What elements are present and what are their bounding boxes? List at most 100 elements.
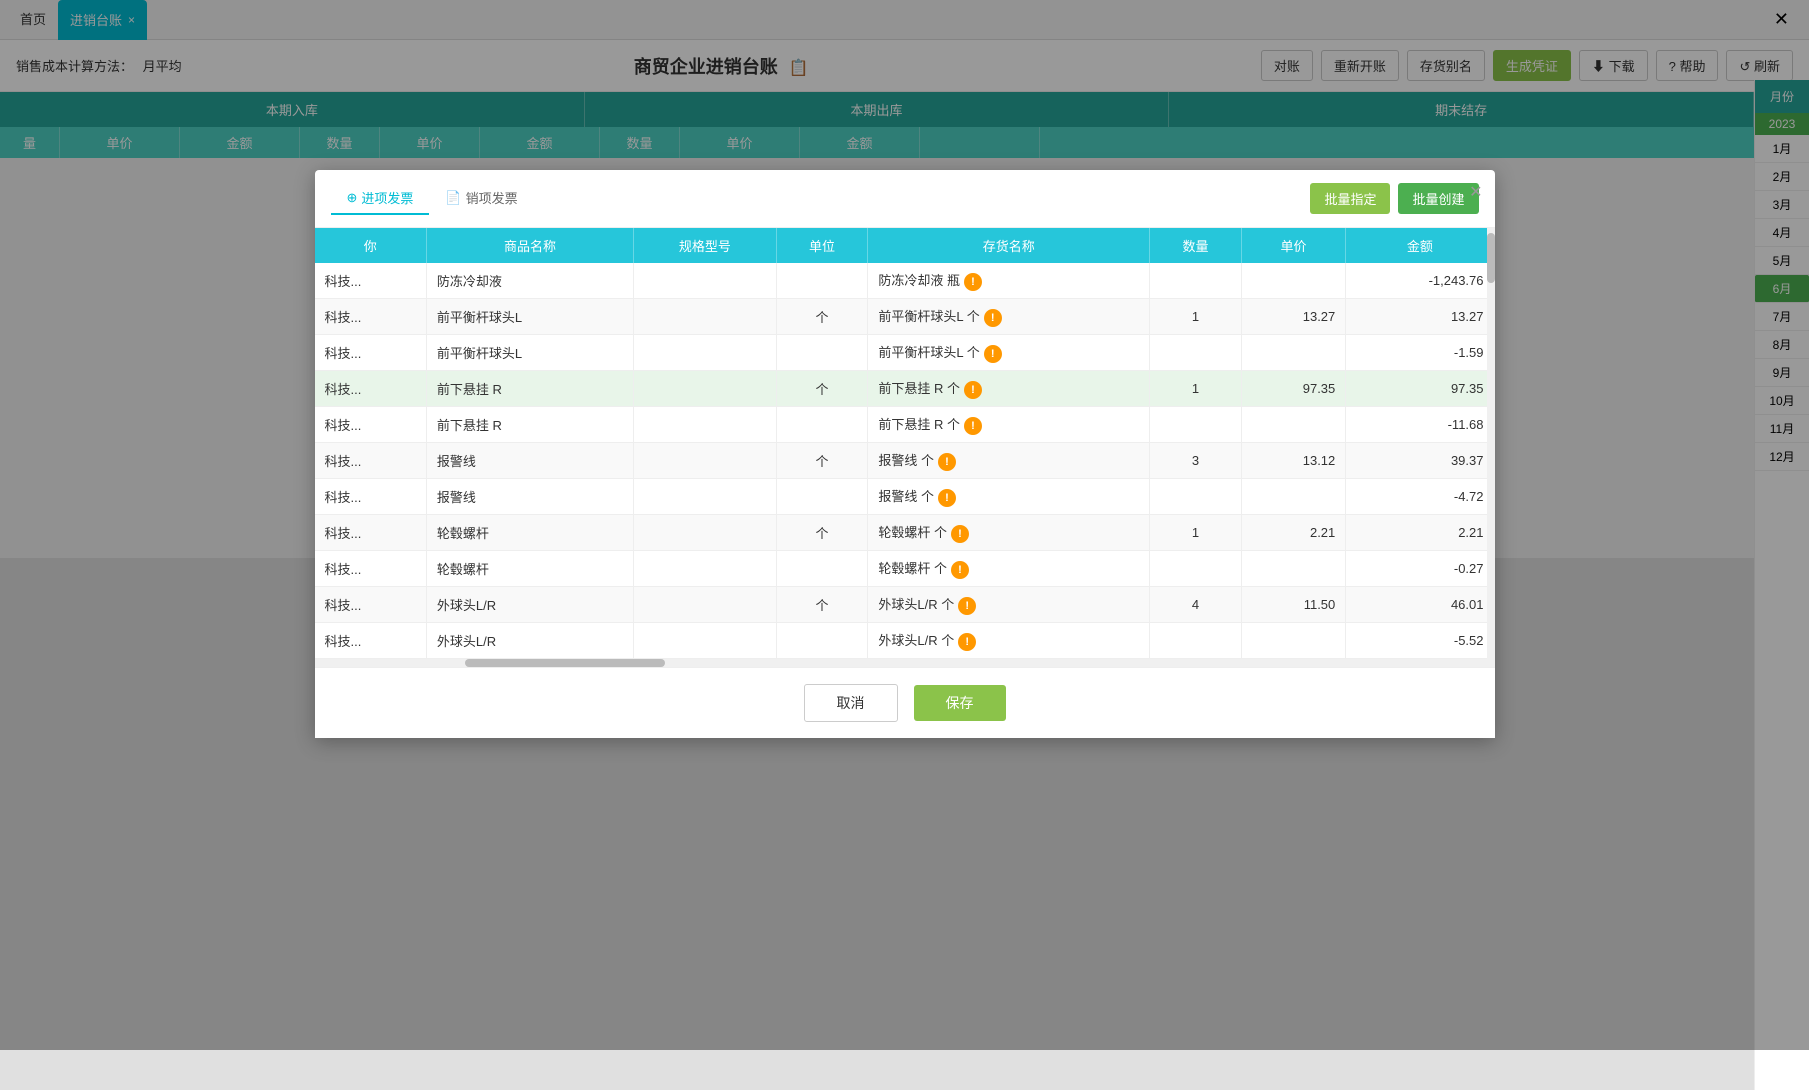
batch-create-button[interactable]: 批量创建 xyxy=(1398,183,1478,214)
horizontal-scrollbar[interactable] xyxy=(315,659,1487,667)
cell-spec xyxy=(634,335,776,371)
cell-unit: 个 xyxy=(776,371,868,407)
warning-icon: ! xyxy=(938,453,956,471)
cell-inventory-name: 前平衡杆球头L 个! xyxy=(868,299,1150,335)
cell-product-name: 前平衡杆球头L xyxy=(426,299,633,335)
cell-amount: 13.27 xyxy=(1346,299,1494,335)
cell-unit xyxy=(776,623,868,659)
cell-inventory-name: 外球头L/R 个! xyxy=(868,587,1150,623)
th-amount: 金额 xyxy=(1346,228,1494,263)
cell-product-name: 前下悬挂 R xyxy=(426,407,633,443)
cell-unit xyxy=(776,407,868,443)
cell-spec xyxy=(634,443,776,479)
table-row: 科技... 外球头L/R 个 外球头L/R 个! 4 11.50 46.01 xyxy=(315,587,1495,623)
cell-spec xyxy=(634,263,776,299)
cell-qty xyxy=(1150,551,1242,587)
cell-amount: 97.35 xyxy=(1346,371,1494,407)
incoming-icon: ⊕ xyxy=(347,190,358,206)
modal-table-header-row: 你 商品名称 规格型号 单位 存货名称 数量 单价 金额 xyxy=(315,228,1495,263)
cell-unit: 个 xyxy=(776,587,868,623)
cell-amount: -11.68 xyxy=(1346,407,1494,443)
cell-company: 科技... xyxy=(315,335,427,371)
cell-qty xyxy=(1150,407,1242,443)
modal-close-button[interactable]: ✕ xyxy=(1469,182,1482,202)
cell-amount: -1.59 xyxy=(1346,335,1494,371)
scrollbar-thumb[interactable] xyxy=(1487,233,1495,283)
cell-company: 科技... xyxy=(315,407,427,443)
cell-amount: 46.01 xyxy=(1346,587,1494,623)
warning-icon: ! xyxy=(984,345,1002,363)
cell-unit-price xyxy=(1241,335,1345,371)
tab-outgoing-invoice[interactable]: 📄 销项发票 xyxy=(429,182,533,215)
table-row: 科技... 前平衡杆球头L 个 前平衡杆球头L 个! 1 13.27 13.27 xyxy=(315,299,1495,335)
cell-spec xyxy=(634,551,776,587)
cell-company: 科技... xyxy=(315,515,427,551)
cell-qty xyxy=(1150,623,1242,659)
cell-company: 科技... xyxy=(315,299,427,335)
cell-inventory-name: 前下悬挂 R 个! xyxy=(868,371,1150,407)
cell-spec xyxy=(634,623,776,659)
cell-spec xyxy=(634,587,776,623)
cell-spec xyxy=(634,371,776,407)
cell-company: 科技... xyxy=(315,263,427,299)
save-button[interactable]: 保存 xyxy=(914,685,1006,721)
cell-unit xyxy=(776,479,868,515)
modal-footer: 取消 保存 xyxy=(315,667,1495,738)
table-row: 科技... 报警线 个 报警线 个! 3 13.12 39.37 xyxy=(315,443,1495,479)
cell-company: 科技... xyxy=(315,443,427,479)
warning-icon: ! xyxy=(964,273,982,291)
cell-unit: 个 xyxy=(776,443,868,479)
th-unit: 单位 xyxy=(776,228,868,263)
cell-amount: 2.21 xyxy=(1346,515,1494,551)
cell-inventory-name: 报警线 个! xyxy=(868,443,1150,479)
cell-unit-price: 97.35 xyxy=(1241,371,1345,407)
cell-inventory-name: 轮毂螺杆 个! xyxy=(868,515,1150,551)
cell-unit-price: 2.21 xyxy=(1241,515,1345,551)
cell-qty: 4 xyxy=(1150,587,1242,623)
th-company: 你 xyxy=(315,228,427,263)
warning-icon: ! xyxy=(951,525,969,543)
cell-product-name: 前平衡杆球头L xyxy=(426,335,633,371)
scrollbar-track[interactable] xyxy=(1487,228,1495,667)
cell-product-name: 轮毂螺杆 xyxy=(426,551,633,587)
table-row: 科技... 前下悬挂 R 个 前下悬挂 R 个! 1 97.35 97.35 xyxy=(315,371,1495,407)
th-qty: 数量 xyxy=(1150,228,1242,263)
cell-unit-price xyxy=(1241,551,1345,587)
table-row: 科技... 外球头L/R 外球头L/R 个! -5.52 xyxy=(315,623,1495,659)
th-product-name: 商品名称 xyxy=(426,228,633,263)
modal-overlay: ⊕ 进项发票 📄 销项发票 批量指定 批量创建 ✕ 你 商品名称 xyxy=(0,0,1809,1050)
cell-amount: 39.37 xyxy=(1346,443,1494,479)
cell-amount: -5.52 xyxy=(1346,623,1494,659)
tab-incoming-invoice[interactable]: ⊕ 进项发票 xyxy=(331,182,430,215)
th-inventory-name: 存货名称 xyxy=(868,228,1150,263)
warning-icon: ! xyxy=(984,309,1002,327)
cell-product-name: 防冻冷却液 xyxy=(426,263,633,299)
cell-spec xyxy=(634,299,776,335)
cell-qty: 1 xyxy=(1150,515,1242,551)
warning-icon: ! xyxy=(958,597,976,615)
cell-company: 科技... xyxy=(315,587,427,623)
horizontal-scrollbar-thumb[interactable] xyxy=(465,659,665,667)
modal-header: ⊕ 进项发票 📄 销项发票 批量指定 批量创建 ✕ xyxy=(315,170,1495,228)
cell-amount: -1,243.76 xyxy=(1346,263,1494,299)
cell-spec xyxy=(634,515,776,551)
cell-qty xyxy=(1150,335,1242,371)
warning-icon: ! xyxy=(958,633,976,651)
cell-inventory-name: 轮毂螺杆 个! xyxy=(868,551,1150,587)
cell-product-name: 报警线 xyxy=(426,443,633,479)
table-row: 科技... 轮毂螺杆 轮毂螺杆 个! -0.27 xyxy=(315,551,1495,587)
cell-company: 科技... xyxy=(315,551,427,587)
cell-inventory-name: 防冻冷却液 瓶! xyxy=(868,263,1150,299)
cell-unit: 个 xyxy=(776,515,868,551)
batch-assign-button[interactable]: 批量指定 xyxy=(1310,183,1390,214)
cell-company: 科技... xyxy=(315,479,427,515)
cancel-button[interactable]: 取消 xyxy=(804,684,898,722)
table-row: 科技... 前平衡杆球头L 前平衡杆球头L 个! -1.59 xyxy=(315,335,1495,371)
cell-unit xyxy=(776,335,868,371)
cell-inventory-name: 报警线 个! xyxy=(868,479,1150,515)
cell-unit-price xyxy=(1241,623,1345,659)
cell-product-name: 外球头L/R xyxy=(426,623,633,659)
cell-amount: -0.27 xyxy=(1346,551,1494,587)
cell-qty xyxy=(1150,263,1242,299)
cell-company: 科技... xyxy=(315,371,427,407)
